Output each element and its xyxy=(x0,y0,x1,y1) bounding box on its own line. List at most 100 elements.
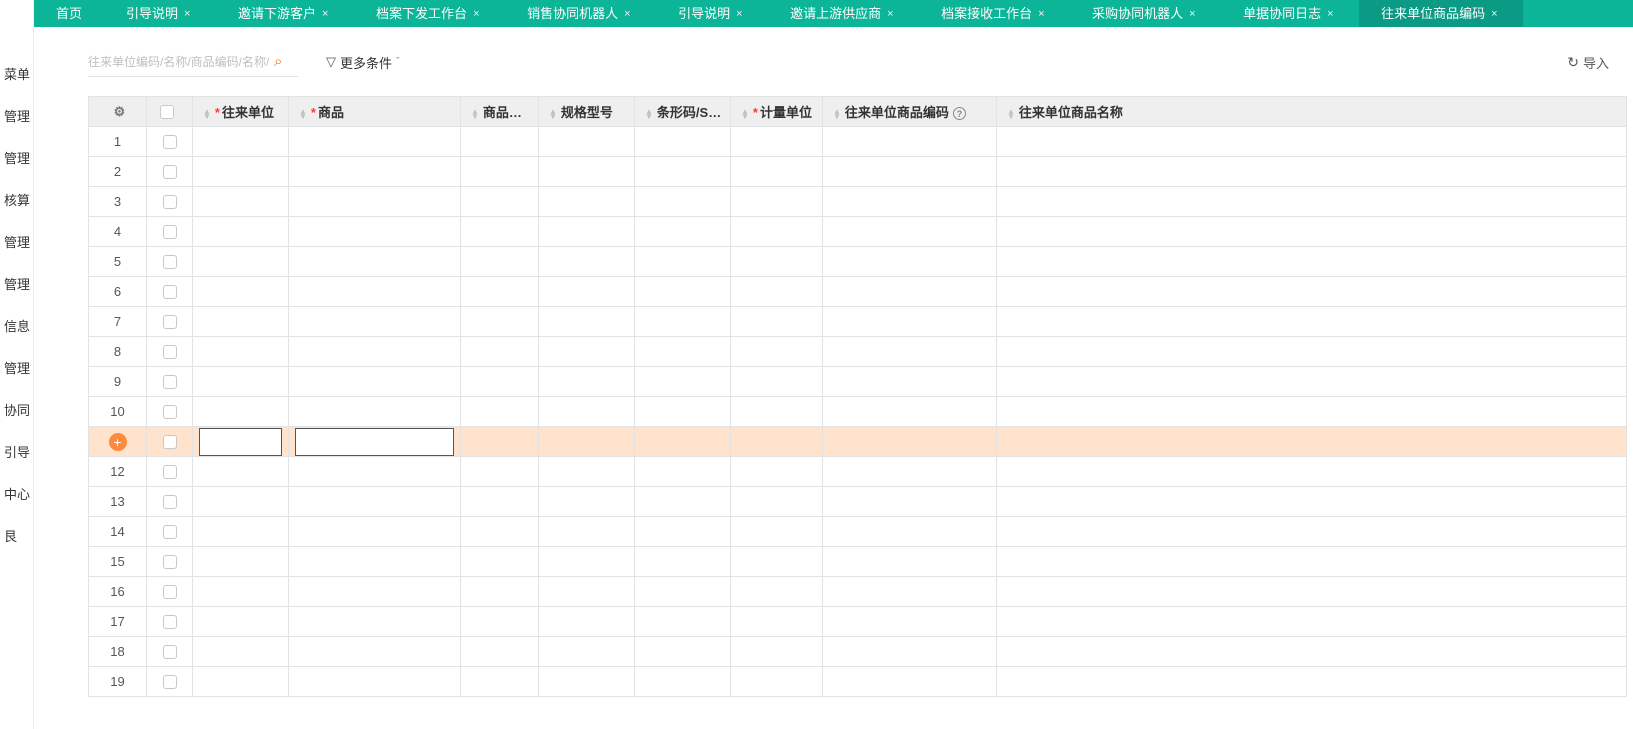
row-checkbox[interactable] xyxy=(163,345,177,359)
cell-unit[interactable] xyxy=(731,577,823,607)
col-barcode[interactable]: ▲▼条形码/S… xyxy=(635,97,731,127)
sort-icon[interactable]: ▲▼ xyxy=(299,109,307,119)
cell-spec[interactable] xyxy=(539,157,635,187)
cell-spec[interactable] xyxy=(539,127,635,157)
sidebar-item-2[interactable]: 管理 xyxy=(0,138,33,180)
row-checkbox[interactable] xyxy=(163,495,177,509)
close-icon[interactable]: × xyxy=(1491,9,1501,19)
cell-partner[interactable] xyxy=(193,517,289,547)
header-checkbox[interactable] xyxy=(160,105,174,119)
tab-9[interactable]: 单据协同日志× xyxy=(1221,0,1359,27)
cell-product_more[interactable] xyxy=(461,487,539,517)
row-checkbox[interactable] xyxy=(163,285,177,299)
cell-product_more[interactable] xyxy=(461,607,539,637)
cell-spec[interactable] xyxy=(539,457,635,487)
cell-spec[interactable] xyxy=(539,397,635,427)
sort-icon[interactable]: ▲▼ xyxy=(471,109,479,119)
cell-partner_code[interactable] xyxy=(823,637,997,667)
sort-icon[interactable]: ▲▼ xyxy=(1007,109,1015,119)
sidebar-item-1[interactable]: 管理 xyxy=(0,96,33,138)
cell-spec[interactable] xyxy=(539,187,635,217)
cell-partner[interactable] xyxy=(193,577,289,607)
cell-spec[interactable] xyxy=(539,337,635,367)
close-icon[interactable]: × xyxy=(322,9,332,19)
cell-partner_code[interactable] xyxy=(823,457,997,487)
row-checkbox[interactable] xyxy=(163,675,177,689)
close-icon[interactable]: × xyxy=(1038,9,1048,19)
cell-barcode[interactable] xyxy=(635,127,731,157)
cell-partner[interactable] xyxy=(193,307,289,337)
close-icon[interactable]: × xyxy=(473,9,483,19)
sort-icon[interactable]: ▲▼ xyxy=(741,109,749,119)
cell-unit[interactable] xyxy=(731,607,823,637)
cell-spec[interactable] xyxy=(539,217,635,247)
cell-barcode[interactable] xyxy=(635,307,731,337)
cell-unit[interactable] xyxy=(731,667,823,697)
cell-partner_name[interactable] xyxy=(997,187,1627,217)
cell-barcode[interactable] xyxy=(635,607,731,637)
cell-product_more[interactable] xyxy=(461,307,539,337)
search-icon[interactable]: ⌕ xyxy=(270,53,286,70)
cell-partner_code[interactable] xyxy=(823,157,997,187)
cell-partner_name[interactable] xyxy=(997,607,1627,637)
cell-partner_code[interactable] xyxy=(823,667,997,697)
cell-partner[interactable] xyxy=(193,667,289,697)
cell-partner_code[interactable] xyxy=(823,337,997,367)
sidebar-item-4[interactable]: 管理 xyxy=(0,222,33,264)
cell-unit[interactable] xyxy=(731,187,823,217)
row-checkbox[interactable] xyxy=(163,435,177,449)
cell-product_more[interactable] xyxy=(461,577,539,607)
cell-partner_code[interactable] xyxy=(823,187,997,217)
cell-unit[interactable] xyxy=(731,217,823,247)
tab-10[interactable]: 往来单位商品编码× xyxy=(1359,0,1523,27)
info-icon[interactable]: ? xyxy=(953,107,966,120)
cell-partner_name[interactable] xyxy=(997,337,1627,367)
row-checkbox[interactable] xyxy=(163,465,177,479)
cell-partner_name[interactable] xyxy=(997,637,1627,667)
close-icon[interactable]: × xyxy=(1327,9,1337,19)
close-icon[interactable]: × xyxy=(887,9,897,19)
cell-partner[interactable] xyxy=(193,187,289,217)
cell-partner_name[interactable] xyxy=(997,397,1627,427)
cell-barcode[interactable] xyxy=(635,577,731,607)
cell-spec[interactable] xyxy=(539,547,635,577)
cell-partner_name[interactable] xyxy=(997,367,1627,397)
sort-icon[interactable]: ▲▼ xyxy=(203,109,211,119)
cell-barcode[interactable] xyxy=(635,367,731,397)
cell-partner_name[interactable] xyxy=(997,427,1627,457)
cell-partner_code[interactable] xyxy=(823,367,997,397)
cell-barcode[interactable] xyxy=(635,217,731,247)
cell-product[interactable] xyxy=(289,667,461,697)
cell-partner[interactable] xyxy=(193,277,289,307)
col-product[interactable]: ▲▼*商品 xyxy=(289,97,461,127)
tab-6[interactable]: 邀请上游供应商× xyxy=(768,0,919,27)
cell-spec[interactable] xyxy=(539,607,635,637)
cell-partner[interactable] xyxy=(193,427,289,457)
cell-product_more[interactable] xyxy=(461,517,539,547)
cell-partner[interactable] xyxy=(193,127,289,157)
cell-partner_name[interactable] xyxy=(997,157,1627,187)
cell-product[interactable] xyxy=(289,547,461,577)
cell-barcode[interactable] xyxy=(635,397,731,427)
cell-product[interactable] xyxy=(289,157,461,187)
cell-partner_name[interactable] xyxy=(997,577,1627,607)
cell-unit[interactable] xyxy=(731,307,823,337)
cell-partner_code[interactable] xyxy=(823,577,997,607)
cell-product[interactable] xyxy=(289,307,461,337)
row-checkbox[interactable] xyxy=(163,405,177,419)
cell-spec[interactable] xyxy=(539,517,635,547)
cell-partner[interactable] xyxy=(193,217,289,247)
cell-product[interactable] xyxy=(289,337,461,367)
add-row-button[interactable]: + xyxy=(109,433,127,451)
cell-partner[interactable] xyxy=(193,487,289,517)
cell-product_more[interactable] xyxy=(461,457,539,487)
sidebar-item-9[interactable]: 引导 xyxy=(0,432,33,474)
sort-icon[interactable]: ▲▼ xyxy=(645,109,653,119)
cell-unit[interactable] xyxy=(731,127,823,157)
cell-spec[interactable] xyxy=(539,367,635,397)
cell-product_more[interactable] xyxy=(461,547,539,577)
cell-barcode[interactable] xyxy=(635,187,731,217)
tab-2[interactable]: 邀请下游客户× xyxy=(216,0,354,27)
cell-unit[interactable] xyxy=(731,547,823,577)
cell-product[interactable] xyxy=(289,427,461,457)
